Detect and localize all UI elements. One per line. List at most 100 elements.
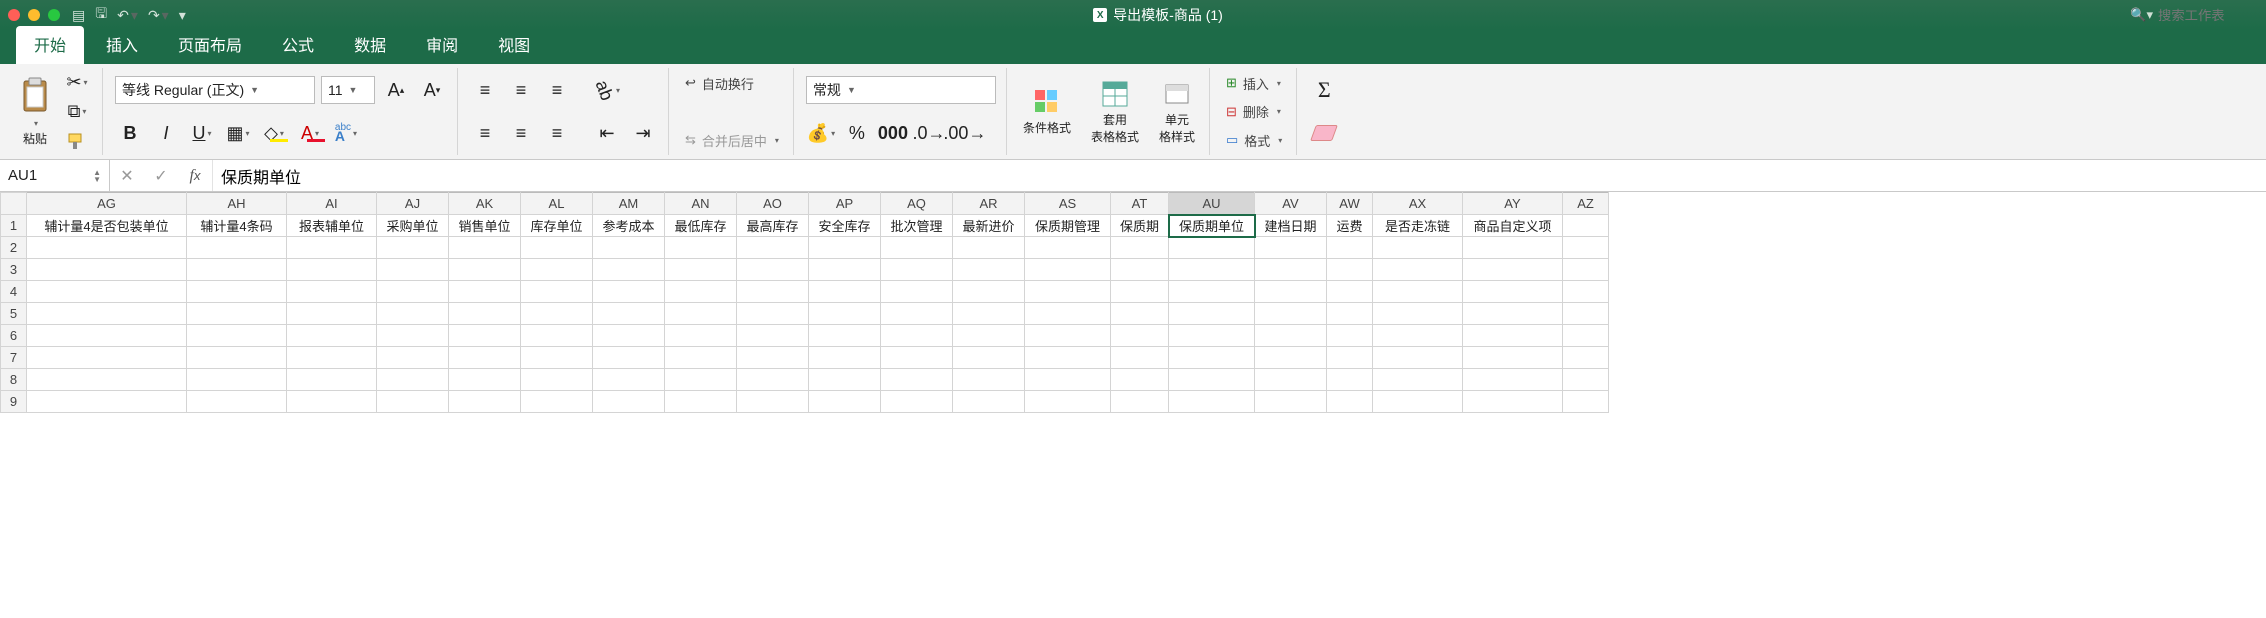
name-box-spinner[interactable]: ▲▼: [93, 169, 101, 183]
cell-AJ1[interactable]: 采购单位: [377, 215, 449, 237]
cell-AZ4[interactable]: [1563, 281, 1609, 303]
cell-AH8[interactable]: [187, 369, 287, 391]
cell-AK6[interactable]: [449, 325, 521, 347]
cell-AW9[interactable]: [1327, 391, 1373, 413]
column-header-AG[interactable]: AG: [27, 193, 187, 215]
format-painter-button[interactable]: [62, 128, 92, 153]
column-header-AI[interactable]: AI: [287, 193, 377, 215]
cell-AQ2[interactable]: [881, 237, 953, 259]
cell-AL9[interactable]: [521, 391, 593, 413]
column-header-AX[interactable]: AX: [1373, 193, 1463, 215]
cell-AO5[interactable]: [737, 303, 809, 325]
font-color-button[interactable]: A▾: [295, 119, 325, 147]
row-header-5[interactable]: 5: [1, 303, 27, 325]
accounting-format-button[interactable]: 💰▾: [806, 119, 836, 147]
tab-审阅[interactable]: 审阅: [408, 26, 476, 64]
formula-input[interactable]: [212, 160, 2266, 191]
cell-AS5[interactable]: [1025, 303, 1111, 325]
column-header-AJ[interactable]: AJ: [377, 193, 449, 215]
column-header-AS[interactable]: AS: [1025, 193, 1111, 215]
cell-AH3[interactable]: [187, 259, 287, 281]
cell-AR3[interactable]: [953, 259, 1025, 281]
cell-AW4[interactable]: [1327, 281, 1373, 303]
cell-AP8[interactable]: [809, 369, 881, 391]
row-header-9[interactable]: 9: [1, 391, 27, 413]
cell-AP7[interactable]: [809, 347, 881, 369]
cell-AS4[interactable]: [1025, 281, 1111, 303]
cell-AM9[interactable]: [593, 391, 665, 413]
cell-AN3[interactable]: [665, 259, 737, 281]
cell-AL8[interactable]: [521, 369, 593, 391]
name-box[interactable]: AU1 ▲▼: [0, 160, 110, 191]
cell-AK3[interactable]: [449, 259, 521, 281]
align-right-button[interactable]: ≡: [542, 119, 572, 147]
table-format-button[interactable]: 套用 表格格式: [1087, 77, 1143, 147]
cell-AX5[interactable]: [1373, 303, 1463, 325]
column-header-AV[interactable]: AV: [1255, 193, 1327, 215]
cell-AZ1[interactable]: [1563, 215, 1609, 237]
cell-AN9[interactable]: [665, 391, 737, 413]
cell-AO9[interactable]: [737, 391, 809, 413]
worksheet-grid[interactable]: AGAHAIAJAKALAMANAOAPAQARASATAUAVAWAXAYAZ…: [0, 192, 2266, 413]
cell-AQ7[interactable]: [881, 347, 953, 369]
cell-AK9[interactable]: [449, 391, 521, 413]
accept-formula-button[interactable]: ✓: [144, 160, 178, 191]
align-left-button[interactable]: ≡: [470, 119, 500, 147]
cell-AR4[interactable]: [953, 281, 1025, 303]
cell-AT4[interactable]: [1111, 281, 1169, 303]
cell-AV2[interactable]: [1255, 237, 1327, 259]
cell-AO8[interactable]: [737, 369, 809, 391]
cell-AJ7[interactable]: [377, 347, 449, 369]
cell-AO3[interactable]: [737, 259, 809, 281]
clear-button[interactable]: [1309, 119, 1339, 147]
cell-AN6[interactable]: [665, 325, 737, 347]
format-cells-button[interactable]: ▭格式▾: [1222, 127, 1286, 153]
increase-decimal-button[interactable]: .0→: [914, 119, 944, 147]
cell-AX7[interactable]: [1373, 347, 1463, 369]
align-top-button[interactable]: ≡: [470, 76, 500, 104]
column-header-AT[interactable]: AT: [1111, 193, 1169, 215]
cell-AP1[interactable]: 安全库存: [809, 215, 881, 237]
cell-AG4[interactable]: [27, 281, 187, 303]
column-header-AK[interactable]: AK: [449, 193, 521, 215]
cell-AP4[interactable]: [809, 281, 881, 303]
cell-AQ6[interactable]: [881, 325, 953, 347]
column-header-AN[interactable]: AN: [665, 193, 737, 215]
cell-AZ7[interactable]: [1563, 347, 1609, 369]
cell-AW8[interactable]: [1327, 369, 1373, 391]
column-header-AZ[interactable]: AZ: [1563, 193, 1609, 215]
cell-AR9[interactable]: [953, 391, 1025, 413]
cell-AG5[interactable]: [27, 303, 187, 325]
search-input[interactable]: [2158, 8, 2258, 23]
row-header-2[interactable]: 2: [1, 237, 27, 259]
cell-AU9[interactable]: [1169, 391, 1255, 413]
cell-AT6[interactable]: [1111, 325, 1169, 347]
cell-AY6[interactable]: [1463, 325, 1563, 347]
column-header-AL[interactable]: AL: [521, 193, 593, 215]
cell-AM6[interactable]: [593, 325, 665, 347]
cell-AW2[interactable]: [1327, 237, 1373, 259]
cell-AU5[interactable]: [1169, 303, 1255, 325]
cell-AM4[interactable]: [593, 281, 665, 303]
save-as-icon[interactable]: 🖫: [95, 3, 107, 27]
cell-AH2[interactable]: [187, 237, 287, 259]
cell-AN2[interactable]: [665, 237, 737, 259]
cell-AP2[interactable]: [809, 237, 881, 259]
increase-font-button[interactable]: A▴: [381, 76, 411, 104]
cell-AI7[interactable]: [287, 347, 377, 369]
cell-AS1[interactable]: 保质期管理: [1025, 215, 1111, 237]
cell-AI2[interactable]: [287, 237, 377, 259]
cell-AL2[interactable]: [521, 237, 593, 259]
cell-AI6[interactable]: [287, 325, 377, 347]
cell-AW7[interactable]: [1327, 347, 1373, 369]
cell-AM8[interactable]: [593, 369, 665, 391]
cell-AU6[interactable]: [1169, 325, 1255, 347]
align-middle-button[interactable]: ≡: [506, 76, 536, 104]
cell-AW5[interactable]: [1327, 303, 1373, 325]
cell-AY3[interactable]: [1463, 259, 1563, 281]
save-icon[interactable]: ▤: [72, 7, 85, 24]
conditional-format-button[interactable]: 条件格式: [1019, 85, 1075, 138]
column-header-AR[interactable]: AR: [953, 193, 1025, 215]
align-bottom-button[interactable]: ≡: [542, 76, 572, 104]
cell-AR1[interactable]: 最新进价: [953, 215, 1025, 237]
